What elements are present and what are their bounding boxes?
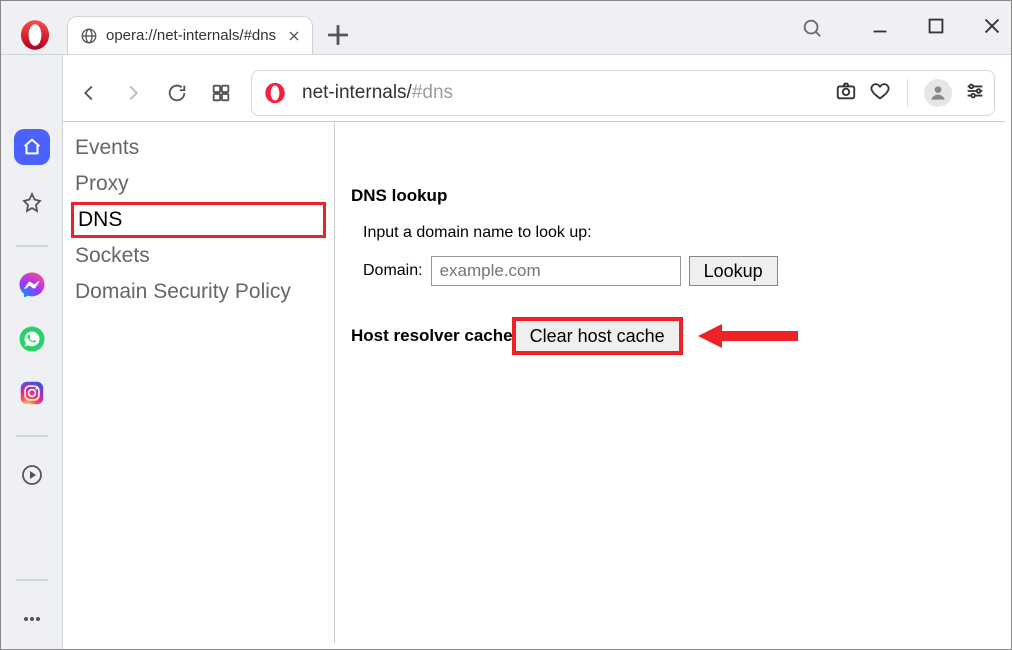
opera-logo-icon: [19, 19, 51, 51]
globe-icon: [80, 27, 98, 45]
browser-toolbar: net-internals/#dns: [67, 67, 1003, 119]
sidebar-messenger-icon[interactable]: [16, 269, 48, 301]
domain-label: Domain:: [363, 262, 423, 280]
annotation-arrow-icon: [698, 321, 798, 351]
window-close-button[interactable]: [981, 15, 1003, 42]
nav-item-sockets[interactable]: Sockets: [71, 238, 326, 274]
profile-avatar[interactable]: [924, 79, 952, 107]
nav-forward-button[interactable]: [111, 71, 155, 115]
net-internals-page: Events Proxy DNS Sockets Domain Security…: [63, 121, 1005, 643]
tab-title: opera://net-internals/#dns: [106, 27, 276, 44]
app-sidebar: [1, 55, 63, 649]
sidebar-divider: [16, 435, 48, 437]
nav-item-dns[interactable]: DNS: [71, 202, 326, 238]
opera-icon: [264, 82, 286, 104]
host-resolver-cache-label: Host resolver cache: [351, 326, 513, 346]
clear-host-cache-button[interactable]: Clear host cache: [515, 320, 680, 352]
sidebar-divider: [16, 245, 48, 247]
bookmark-heart-icon[interactable]: [869, 80, 891, 107]
dns-lookup-heading: DNS lookup: [351, 186, 989, 206]
nav-item-events[interactable]: Events: [71, 130, 326, 166]
sidebar-player-icon[interactable]: [16, 459, 48, 491]
snapshot-icon[interactable]: [835, 80, 857, 107]
window-minimize-button[interactable]: [869, 15, 891, 42]
nav-item-domain-security-policy[interactable]: Domain Security Policy: [71, 274, 326, 310]
close-icon[interactable]: [286, 28, 302, 44]
separator: [907, 79, 908, 107]
domain-input[interactable]: [431, 256, 681, 286]
easy-setup-icon[interactable]: [964, 80, 986, 107]
sidebar-divider: [16, 579, 48, 581]
sidebar-pinboards-icon[interactable]: [16, 187, 48, 219]
address-text: net-internals/#dns: [302, 82, 453, 104]
sidebar-instagram-icon[interactable]: [16, 377, 48, 409]
dns-panel: DNS lookup Input a domain name to look u…: [335, 122, 1005, 643]
address-bar[interactable]: net-internals/#dns: [251, 70, 995, 116]
nav-item-proxy[interactable]: Proxy: [71, 166, 326, 202]
new-tab-button[interactable]: [321, 18, 355, 52]
window-titlebar: opera://net-internals/#dns: [1, 1, 1011, 55]
speed-dial-button[interactable]: [199, 71, 243, 115]
nav-back-button[interactable]: [67, 71, 111, 115]
sidebar-more-icon[interactable]: [16, 603, 48, 635]
sidebar-whatsapp-icon[interactable]: [16, 323, 48, 355]
window-maximize-button[interactable]: [925, 15, 947, 42]
lookup-button[interactable]: Lookup: [689, 256, 778, 286]
omnibox-search-icon[interactable]: [801, 17, 823, 44]
reload-button[interactable]: [155, 71, 199, 115]
dns-lookup-prompt: Input a domain name to look up:: [363, 224, 989, 242]
sidebar-home-button[interactable]: [14, 129, 50, 165]
net-internals-nav: Events Proxy DNS Sockets Domain Security…: [63, 122, 335, 643]
browser-tab[interactable]: opera://net-internals/#dns: [67, 16, 313, 54]
